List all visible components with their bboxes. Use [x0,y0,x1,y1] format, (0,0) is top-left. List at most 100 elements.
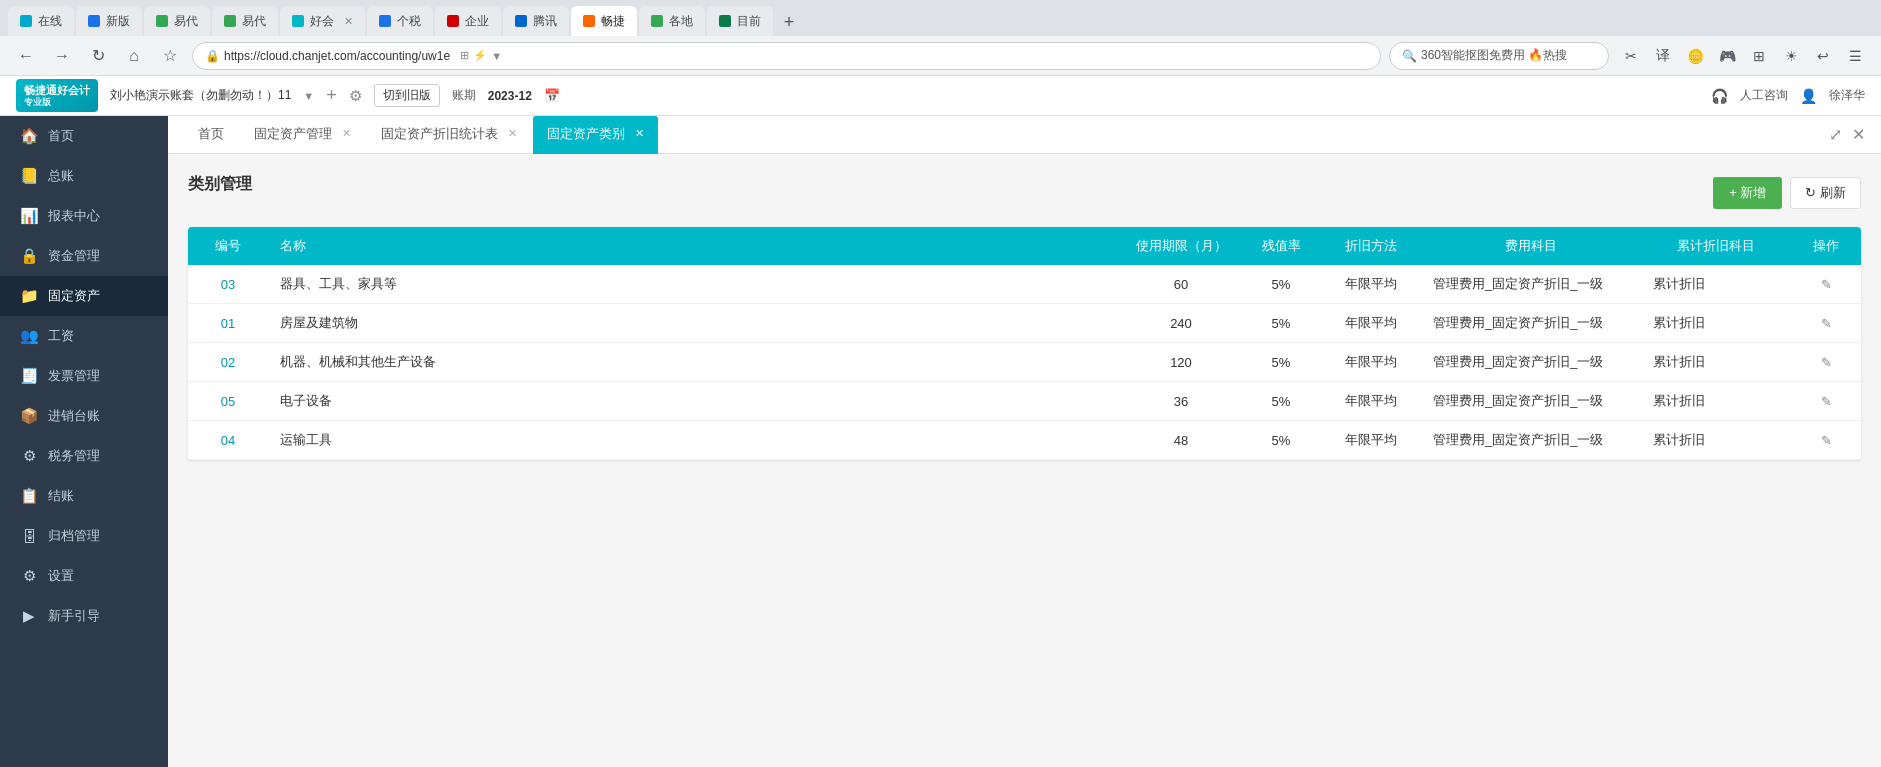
cell-accumulated: 累计折旧 [1641,343,1791,382]
cut-icon[interactable]: ✂ [1617,42,1645,70]
edit-icon[interactable]: ✎ [1821,277,1832,292]
cell-action: ✎ [1791,421,1861,460]
switch-version-button[interactable]: 切到旧版 [374,84,440,107]
sidebar-item-inventory[interactable]: 📦 进销台账 [0,396,168,436]
game-icon[interactable]: 🎮 [1713,42,1741,70]
cell-id[interactable]: 01 [188,304,268,343]
service-label[interactable]: 人工咨询 [1740,87,1788,104]
tab-zaixin[interactable]: 在线 [8,6,74,36]
add-button[interactable]: + 新增 [1713,177,1782,209]
tab-yidai2[interactable]: 易代 [212,6,278,36]
settings-gear-button[interactable]: ⚙ [349,87,362,105]
tab-close-haohui[interactable]: ✕ [344,15,353,28]
col-header-expense: 费用科目 [1421,227,1641,265]
grid-icon[interactable]: ⊞ [1745,42,1773,70]
sun-icon[interactable]: ☀ [1777,42,1805,70]
cell-id[interactable]: 03 [188,265,268,304]
address-bar: ← → ↻ ⌂ ☆ 🔒 https://cloud.chanjet.com/ac… [0,36,1881,76]
content-tab-category[interactable]: 固定资产类别 ✕ [533,116,658,154]
calendar-icon[interactable]: 📅 [544,88,560,103]
cell-period: 36 [1121,382,1241,421]
payroll-icon: 👥 [20,327,38,345]
edit-icon[interactable]: ✎ [1821,316,1832,331]
sidebar-item-settings[interactable]: ⚙ 设置 [0,556,168,596]
cell-expense: 管理费用_固定资产折旧_一级 [1421,304,1641,343]
sidebar-item-assets[interactable]: 📁 固定资产 [0,276,168,316]
new-tab-button[interactable]: + [775,8,803,36]
ledger-icon: 📒 [20,167,38,185]
sidebar-item-home[interactable]: 🏠 首页 [0,116,168,156]
col-header-name: 名称 [268,227,1121,265]
sidebar-item-ledger[interactable]: 📒 总账 [0,156,168,196]
tab-changjie[interactable]: 畅捷 [571,6,637,36]
tab-geshui[interactable]: 个税 [367,6,433,36]
archive-icon: 🗄 [20,528,38,545]
table-row: 01 房屋及建筑物 240 5% 年限平均 管理费用_固定资产折旧_一级 累计折… [188,304,1861,343]
cell-id[interactable]: 05 [188,382,268,421]
back-button[interactable]: ← [12,42,40,70]
cell-method: 年限平均 [1321,343,1421,382]
invoice-icon: 🧾 [20,367,38,385]
sidebar-item-closing[interactable]: 📋 结账 [0,476,168,516]
edit-icon[interactable]: ✎ [1821,394,1832,409]
cell-residual: 5% [1241,382,1321,421]
search-bar[interactable]: 🔍 360智能抠图免费用 🔥热搜 [1389,42,1609,70]
close-category-tab[interactable]: ✕ [635,127,644,140]
cell-period: 240 [1121,304,1241,343]
user-dropdown-icon[interactable]: ▼ [303,90,314,102]
tab-gedi[interactable]: 各地 [639,6,705,36]
sidebar-item-tax[interactable]: ⚙ 税务管理 [0,436,168,476]
tab-yidai1[interactable]: 易代 [144,6,210,36]
coin-icon[interactable]: 🪙 [1681,42,1709,70]
home-button[interactable]: ⌂ [120,42,148,70]
sidebar-item-invoice[interactable]: 🧾 发票管理 [0,356,168,396]
sidebar-item-reports[interactable]: 📊 报表中心 [0,196,168,236]
content-tabs: 首页 固定资产管理 ✕ 固定资产折旧统计表 ✕ 固定资产类别 ✕ ⤢ ✕ [168,116,1881,154]
content-tab-asset-manage[interactable]: 固定资产管理 ✕ [240,116,365,154]
browser-tab-bar: 在线 新版 易代 易代 好会 ✕ 个税 企业 腾讯 畅捷 各地 目前 + [0,0,1881,36]
cell-name: 运输工具 [268,421,1121,460]
close-panel-icon[interactable]: ✕ [1852,125,1865,144]
maximize-icon[interactable]: ⤢ [1829,125,1842,144]
undo-icon[interactable]: ↩ [1809,42,1837,70]
tab-qiye[interactable]: 企业 [435,6,501,36]
reports-icon: 📊 [20,207,38,225]
category-table: 编号 名称 使用期限（月） 残值率 折旧方法 费用科目 累计折旧科目 操作 03… [188,227,1861,460]
search-icon: 🔍 [1402,49,1417,63]
close-asset-manage-tab[interactable]: ✕ [342,127,351,140]
edit-icon[interactable]: ✎ [1821,355,1832,370]
cell-expense: 管理费用_固定资产折旧_一级 [1421,343,1641,382]
tab-xinban[interactable]: 新版 [76,6,142,36]
add-account-button[interactable]: + [326,85,337,106]
cell-name: 房屋及建筑物 [268,304,1121,343]
forward-button[interactable]: → [48,42,76,70]
sidebar-item-archive[interactable]: 🗄 归档管理 [0,516,168,556]
sidebar-item-payroll[interactable]: 👥 工资 [0,316,168,356]
url-bar[interactable]: 🔒 https://cloud.chanjet.com/accounting/u… [192,42,1381,70]
cell-accumulated: 累计折旧 [1641,421,1791,460]
refresh-icon: ↻ [1805,185,1820,200]
cell-expense: 管理费用_固定资产折旧_一级 [1421,265,1641,304]
cell-method: 年限平均 [1321,421,1421,460]
tab-haohui[interactable]: 好会 ✕ [280,6,365,36]
tab-muqian[interactable]: 目前 [707,6,773,36]
edit-icon[interactable]: ✎ [1821,433,1832,448]
cell-residual: 5% [1241,265,1321,304]
url-dropdown[interactable]: ▼ [491,50,502,62]
close-depreciation-tab[interactable]: ✕ [508,127,517,140]
bookmark-button[interactable]: ☆ [156,42,184,70]
translate-icon[interactable]: 译 [1649,42,1677,70]
table-header-row: 编号 名称 使用期限（月） 残值率 折旧方法 费用科目 累计折旧科目 操作 [188,227,1861,265]
content-tab-depreciation[interactable]: 固定资产折旧统计表 ✕ [367,116,531,154]
cell-id[interactable]: 04 [188,421,268,460]
content-tab-home[interactable]: 首页 [184,116,238,154]
reload-button[interactable]: ↻ [84,42,112,70]
sidebar-item-guide[interactable]: ▶ 新手引导 [0,596,168,636]
cell-accumulated: 累计折旧 [1641,304,1791,343]
refresh-button[interactable]: ↻ 刷新 [1790,177,1861,209]
sidebar-item-funds[interactable]: 🔒 资金管理 [0,236,168,276]
settings-icon: ⚙ [20,567,38,585]
tab-tengxun[interactable]: 腾讯 [503,6,569,36]
menu-icon[interactable]: ☰ [1841,42,1869,70]
cell-id[interactable]: 02 [188,343,268,382]
